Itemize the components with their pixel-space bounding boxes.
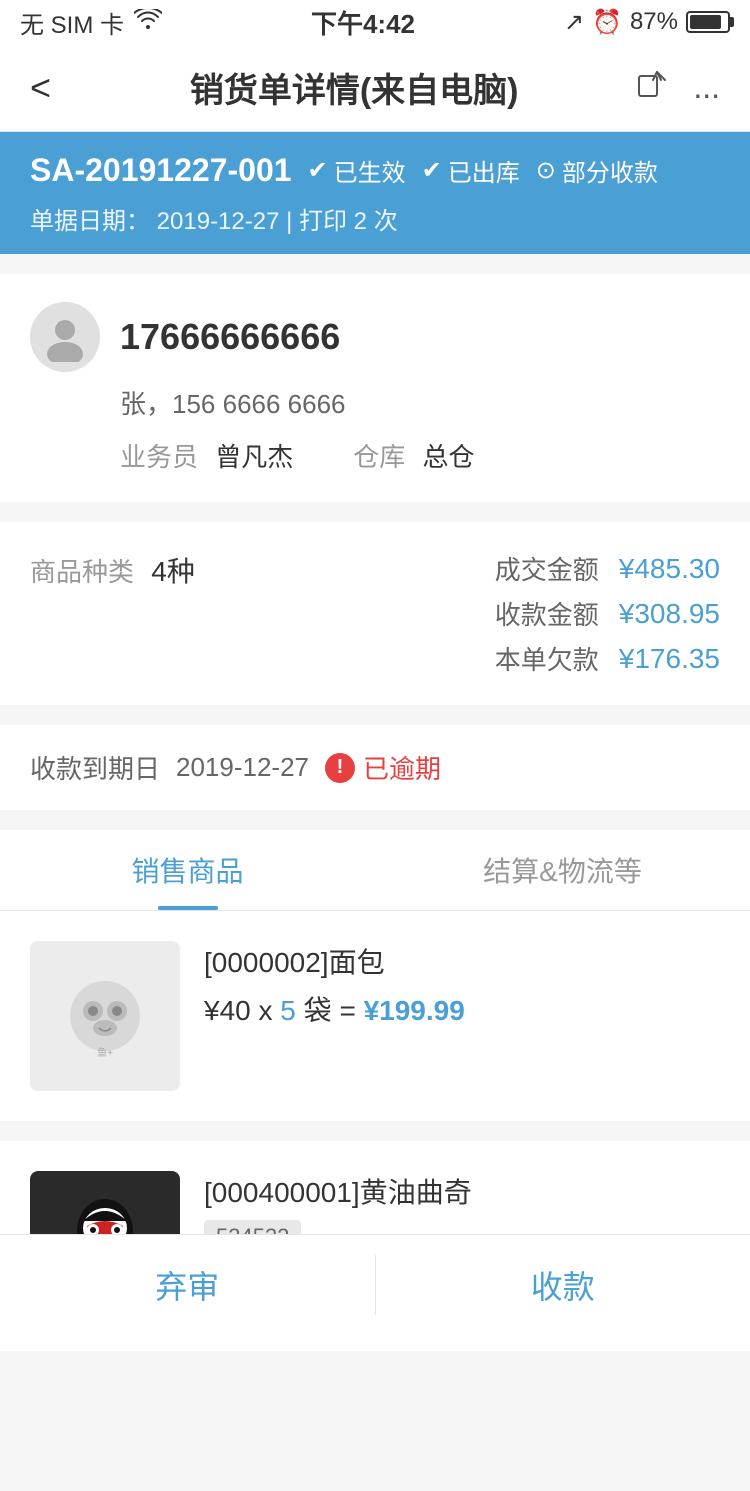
payment-due-date: 2019-12-27 — [176, 752, 309, 783]
transaction-amount-label: 成交金额 — [495, 550, 599, 587]
order-banner: SA-20191227-001 ✔ 已生效 ✔ 已出库 ⊙ 部分收款 单据日期：… — [0, 132, 750, 254]
customer-top: 17666666666 — [30, 302, 720, 372]
customer-id: 17666666666 — [120, 316, 340, 358]
salesperson-value: 曾凡杰 — [215, 442, 293, 472]
order-banner-top: SA-20191227-001 ✔ 已生效 ✔ 已出库 ⊙ 部分收款 — [30, 152, 720, 189]
status-partial-payment: ⊙ 部分收款 — [536, 153, 658, 188]
product-item: 鱼+ [0000002]面包 ¥40 x 5 袋 = ¥199.99 — [0, 911, 750, 1121]
status-time: 下午4:42 — [311, 4, 415, 41]
more-button[interactable]: ... — [693, 69, 720, 106]
location-icon: ↗ — [564, 8, 584, 37]
owed-amount-label: 本单欠款 — [495, 640, 599, 677]
tabs-section: 销售商品 结算&物流等 — [0, 830, 750, 911]
share-button[interactable] — [637, 68, 669, 108]
transaction-amount-value: ¥485.30 — [619, 553, 720, 585]
svg-text:鱼+: 鱼+ — [97, 1046, 113, 1059]
product-types-label: 商品种类 — [30, 557, 134, 587]
amount-summary: 成交金额 ¥485.30 收款金额 ¥308.95 本单欠款 ¥176.35 — [495, 550, 720, 677]
transaction-amount-row: 成交金额 ¥485.30 — [495, 550, 720, 587]
wifi-icon — [134, 8, 162, 36]
status-right: ↗ ⏰ 87% — [564, 8, 730, 37]
carrier-text: 无 SIM 卡 — [20, 5, 124, 40]
battery-percent: 87% — [630, 8, 678, 36]
check-icon-1: ✔ — [308, 156, 328, 185]
overdue-badge: ! 已逾期 — [325, 749, 441, 786]
order-date-info: 单据日期： 2019-12-27 | 打印 2 次 — [30, 201, 720, 236]
product-quantity-bread: 5 — [280, 995, 296, 1026]
clock-icon: ⊙ — [536, 156, 556, 185]
payment-due-section: 收款到期日 2019-12-27 ! 已逾期 — [0, 725, 750, 810]
status-left: 无 SIM 卡 — [20, 5, 162, 40]
salesperson-field: 业务员 曾凡杰 — [120, 437, 293, 474]
warehouse-field: 仓库 总仓 — [353, 437, 474, 474]
summary-section: 商品种类 4种 成交金额 ¥485.30 收款金额 ¥308.95 本单欠款 ¥… — [0, 522, 750, 705]
status-bar: 无 SIM 卡 下午4:42 ↗ ⏰ 87% — [0, 0, 750, 44]
cancel-button[interactable]: 弃审 — [0, 1235, 375, 1334]
received-amount-value: ¥308.95 — [619, 598, 720, 630]
page-title: 销货单详情(来自电脑) — [71, 63, 637, 112]
product-types-field: 商品种类 4种 — [30, 550, 195, 590]
tab-sales-products[interactable]: 销售商品 — [0, 830, 375, 910]
confirm-button[interactable]: 收款 — [376, 1235, 750, 1334]
product-details-bread: [0000002]面包 ¥40 x 5 袋 = ¥199.99 — [204, 941, 720, 1029]
battery-indicator — [686, 11, 730, 33]
nav-actions: ... — [637, 68, 720, 108]
product-name-cookie: [000400001]黄油曲奇 — [204, 1171, 720, 1211]
warehouse-label: 仓库 — [353, 442, 405, 472]
product-types-value: 4种 — [151, 556, 195, 587]
product-name-bread: [0000002]面包 — [204, 941, 720, 981]
customer-contact: 张，156 6666 6666 — [30, 384, 720, 421]
product-image-bread: 鱼+ — [30, 941, 180, 1091]
overdue-text: 已逾期 — [363, 749, 441, 786]
received-amount-row: 收款金额 ¥308.95 — [495, 595, 720, 632]
tabs: 销售商品 结算&物流等 — [0, 830, 750, 910]
back-button[interactable]: < — [30, 67, 71, 109]
avatar — [30, 302, 100, 372]
bottom-bar: 弃审 收款 — [0, 1234, 750, 1334]
overdue-icon: ! — [325, 753, 355, 783]
alarm-icon: ⏰ — [592, 8, 622, 37]
payment-due-label: 收款到期日 — [30, 749, 160, 786]
owed-amount-row: 本单欠款 ¥176.35 — [495, 640, 720, 677]
tab-settlement-logistics[interactable]: 结算&物流等 — [375, 830, 750, 910]
product-total-bread: ¥199.99 — [364, 995, 465, 1026]
status-shipped: ✔ 已出库 — [422, 153, 520, 188]
customer-section: 17666666666 张，156 6666 6666 业务员 曾凡杰 仓库 总… — [0, 274, 750, 502]
order-number: SA-20191227-001 — [30, 152, 292, 189]
check-icon-2: ✔ — [422, 156, 442, 185]
salesperson-label: 业务员 — [120, 442, 198, 472]
warehouse-value: 总仓 — [423, 442, 475, 472]
customer-meta: 业务员 曾凡杰 仓库 总仓 — [30, 437, 720, 474]
product-price-bread: ¥40 x 5 袋 = ¥199.99 — [204, 989, 720, 1029]
owed-amount-value: ¥176.35 — [619, 643, 720, 675]
status-effected: ✔ 已生效 — [308, 153, 406, 188]
received-amount-label: 收款金额 — [495, 595, 599, 632]
nav-bar: < 销货单详情(来自电脑) ... — [0, 44, 750, 132]
